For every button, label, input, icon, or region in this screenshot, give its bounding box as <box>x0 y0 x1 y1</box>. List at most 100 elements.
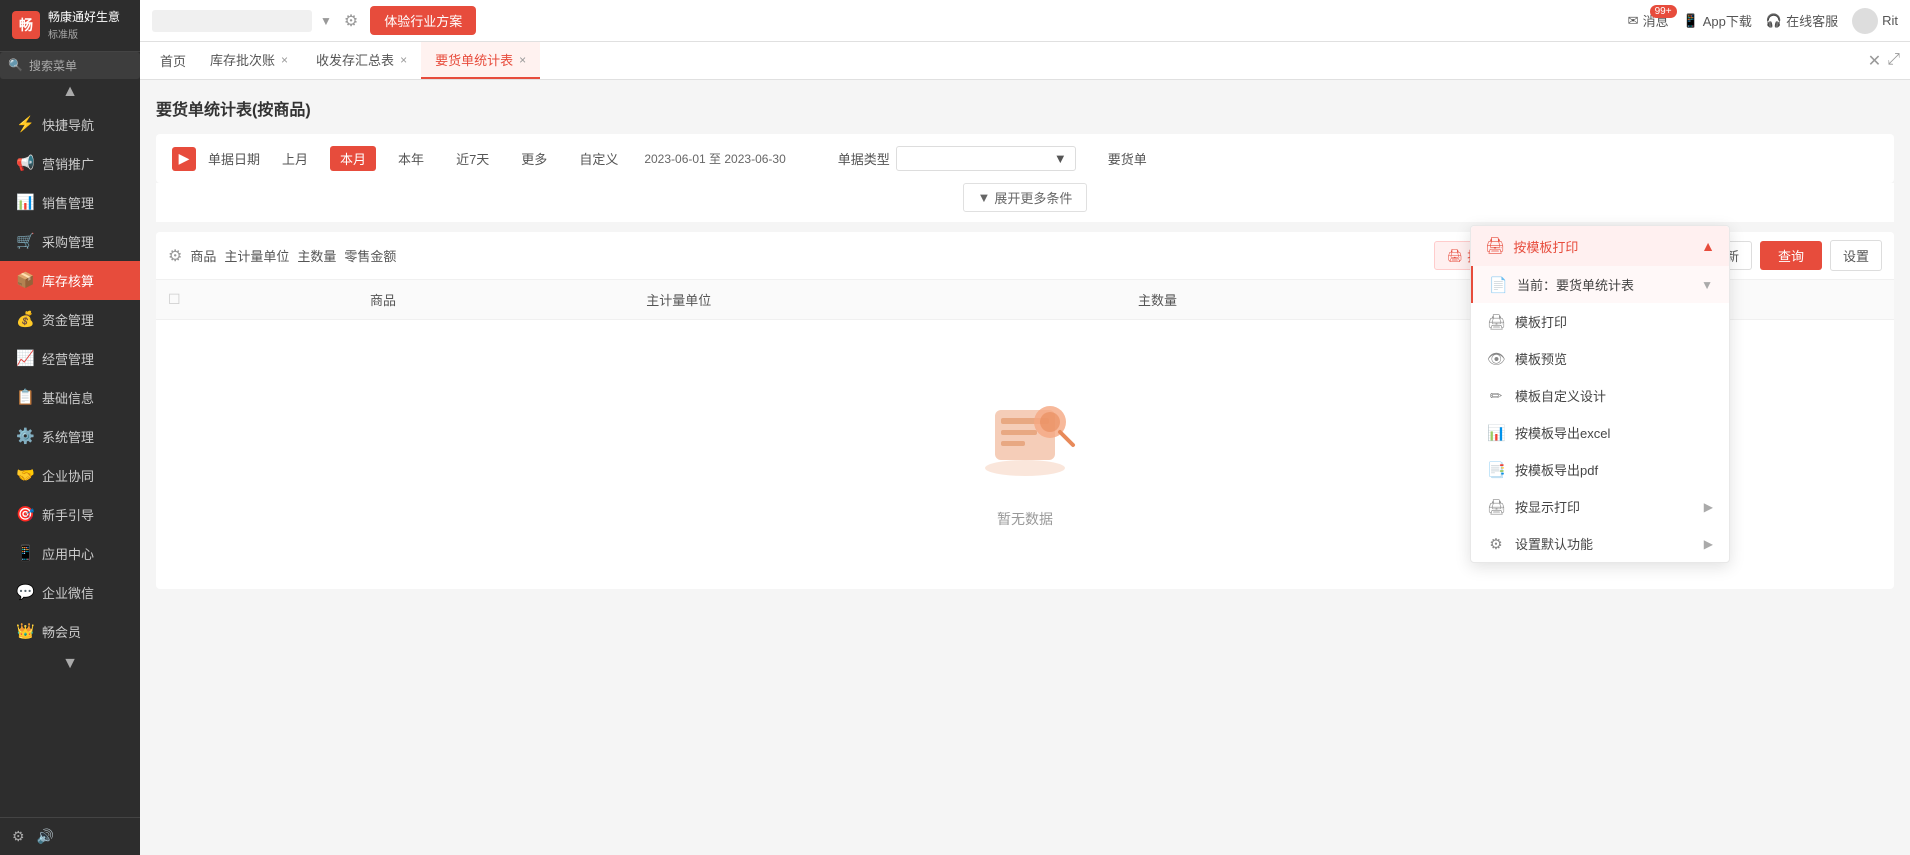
sidebar-item-sales-label: 销售管理 <box>42 193 94 212</box>
filter-toggle-button[interactable]: ▶ <box>172 147 196 171</box>
type-select-dropdown[interactable]: ▼ <box>896 146 1076 171</box>
dropdown-title: 按模板打印 <box>1513 237 1578 256</box>
tab-order-stats[interactable]: 要货单统计表 × <box>421 42 540 79</box>
sales-icon: 📊 <box>16 193 34 211</box>
tab-home[interactable]: 首页 <box>150 43 196 78</box>
tab-inventory-batch[interactable]: 库存批次账 × <box>196 42 302 79</box>
dropdown-template-preview-label: 模板预览 <box>1515 349 1567 368</box>
search-icon: 🔍 <box>8 58 23 72</box>
table-col-qty-label: 主数量 <box>297 246 336 265</box>
shortcut-icon: ⚡ <box>16 115 34 133</box>
sidebar-item-sales[interactable]: 📊 销售管理 <box>0 183 140 222</box>
dropdown-header[interactable]: 🖨 按模板打印 ▲ <box>1471 226 1729 266</box>
print-icon: 🖨 <box>1447 248 1464 264</box>
topbar: ▼ ⚙ 体验行业方案 ✉ 消息 99+ 📱 App下载 🎧 在线客服 Rit <box>140 0 1910 42</box>
dropdown-item-template-design[interactable]: ✏ 模板自定义设计 <box>1471 377 1729 414</box>
online-service-button[interactable]: 🎧 在线客服 <box>1766 11 1838 30</box>
table-col-label: 商品 <box>190 246 216 265</box>
col-quantity: 主数量 <box>1126 280 1474 320</box>
dropdown-template-print-icon: 🖨 <box>1487 313 1505 331</box>
dropdown-item-current[interactable]: 📄 当前：要货单统计表 ▼ <box>1471 266 1729 303</box>
table-config-button[interactable]: 设置 <box>1830 240 1882 271</box>
topbar-chevron-icon[interactable]: ▼ <box>320 14 332 28</box>
sidebar-item-cooperation[interactable]: 🤝 企业协同 <box>0 456 140 495</box>
member-icon: 👑 <box>16 622 34 640</box>
table-settings-icon[interactable]: ⚙ <box>168 246 182 266</box>
dropdown-item-template-preview[interactable]: 👁 模板预览 <box>1471 340 1729 377</box>
dropdown-current-arrow: ▼ <box>1701 278 1713 292</box>
scroll-up-button[interactable]: ▲ <box>0 79 140 105</box>
experience-industry-button[interactable]: 体验行业方案 <box>370 6 476 35</box>
tab-receipt-summary[interactable]: 收发存汇总表 × <box>302 42 421 79</box>
tab-order-stats-label: 要货单统计表 <box>435 50 513 69</box>
guide-icon: 🎯 <box>16 505 34 523</box>
dropdown-item-display-print[interactable]: 🖨 按显示打印 ▶ <box>1471 488 1729 525</box>
tabs-controls: ✕ ⤢ <box>1868 51 1900 71</box>
sidebar-item-marketing[interactable]: 📢 营销推广 <box>0 144 140 183</box>
main-area: ▼ ⚙ 体验行业方案 ✉ 消息 99+ 📱 App下载 🎧 在线客服 Rit <box>140 0 1910 855</box>
select-all-checkbox[interactable]: ☐ <box>168 291 181 307</box>
message-button[interactable]: ✉ 消息 99+ <box>1628 11 1669 30</box>
filter-bar: ▶ 单据日期 上月 本月 本年 近7天 更多 自定义 2023-06-01 至 … <box>156 134 1894 183</box>
dropdown-export-excel-label: 按模板导出excel <box>1515 423 1610 442</box>
expand-more-container: ▼ 展开更多条件 <box>156 183 1894 222</box>
scroll-down-button[interactable]: ▼ <box>0 651 140 677</box>
logo-icon: 畅 <box>12 11 40 39</box>
print-dropdown-menu: 🖨 按模板打印 ▲ 📄 当前：要货单统计表 ▼ 🖨 模板打印 👁 模板预览 ✏ <box>1470 225 1730 563</box>
date-current-month-button[interactable]: 本月 <box>330 146 376 171</box>
volume-footer-button[interactable]: 🔊 <box>37 828 54 845</box>
query-button[interactable]: 查询 <box>1760 241 1822 270</box>
settings-footer-button[interactable]: ⚙ <box>12 828 25 845</box>
date-prev-month-button[interactable]: 上月 <box>272 146 318 171</box>
sidebar-item-member-label: 畅会员 <box>42 622 81 641</box>
sidebar-item-system[interactable]: ⚙️ 系统管理 <box>0 417 140 456</box>
marketing-icon: 📢 <box>16 154 34 172</box>
sidebar-item-finance[interactable]: 💰 资金管理 <box>0 300 140 339</box>
tab-order-stats-close[interactable]: × <box>519 53 526 67</box>
filter-yaohuotype-container: 要货单 <box>1108 149 1147 168</box>
sidebar-item-basic[interactable]: 📋 基础信息 <box>0 378 140 417</box>
app-download-button[interactable]: 📱 App下载 <box>1683 11 1752 30</box>
dropdown-display-print-arrow: ▶ <box>1704 500 1713 514</box>
dropdown-collapse-arrow[interactable]: ▲ <box>1701 238 1715 254</box>
dropdown-set-default-arrow: ▶ <box>1704 537 1713 551</box>
sidebar-item-operations[interactable]: 📈 经营管理 <box>0 339 140 378</box>
sidebar-item-guide-label: 新手引导 <box>42 505 94 524</box>
tab-close-all-icon[interactable]: ✕ <box>1868 51 1881 71</box>
date-current-year-button[interactable]: 本年 <box>388 146 434 171</box>
appstore-icon: 📱 <box>16 544 34 562</box>
page-content: 要货单统计表(按商品) ▶ 单据日期 上月 本月 本年 近7天 更多 自定义 2… <box>140 80 1910 855</box>
date-more-button[interactable]: 更多 <box>511 146 557 171</box>
topbar-search-input[interactable] <box>152 10 312 32</box>
logo-subtitle: 标准版 <box>48 26 120 41</box>
sidebar-item-shortcut[interactable]: ⚡ 快捷导航 <box>0 105 140 144</box>
dropdown-set-default-label: 设置默认功能 <box>1515 534 1593 553</box>
tab-receipt-summary-close[interactable]: × <box>400 53 407 67</box>
inventory-icon: 📦 <box>16 271 34 289</box>
table-col-amount-label: 零售金额 <box>344 246 396 265</box>
sidebar-item-purchase[interactable]: 🛒 采购管理 <box>0 222 140 261</box>
col-checkbox: ☐ <box>156 280 358 320</box>
dropdown-item-export-excel[interactable]: 📊 按模板导出excel <box>1471 414 1729 451</box>
dropdown-item-export-pdf[interactable]: 📑 按模板导出pdf <box>1471 451 1729 488</box>
dropdown-item-template-print[interactable]: 🖨 模板打印 <box>1471 303 1729 340</box>
date-filter-label: 单据日期 <box>208 149 260 168</box>
tab-inventory-batch-close[interactable]: × <box>281 53 288 67</box>
expand-more-button[interactable]: ▼ 展开更多条件 <box>963 183 1088 212</box>
sidebar-item-member[interactable]: 👑 畅会员 <box>0 612 140 651</box>
dropdown-item-set-default[interactable]: ⚙ 设置默认功能 ▶ <box>1471 525 1729 562</box>
date-range-text: 2023-06-01 至 2023-06-30 <box>644 150 785 167</box>
topbar-gear-icon[interactable]: ⚙ <box>344 11 358 31</box>
cooperation-icon: 🤝 <box>16 466 34 484</box>
sidebar-item-appstore[interactable]: 📱 应用中心 <box>0 534 140 573</box>
date-custom-button[interactable]: 自定义 <box>569 146 628 171</box>
dropdown-set-default-icon: ⚙ <box>1487 535 1505 553</box>
search-menu-button[interactable]: 🔍 搜索菜单 <box>0 52 140 79</box>
user-avatar-button[interactable]: Rit <box>1852 8 1898 34</box>
sidebar-item-inventory[interactable]: 📦 库存核算 <box>0 261 140 300</box>
tabs-bar: 首页 库存批次账 × 收发存汇总表 × 要货单统计表 × ✕ ⤢ <box>140 42 1910 80</box>
sidebar-item-wechat[interactable]: 💬 企业微信 <box>0 573 140 612</box>
tab-maximize-icon[interactable]: ⤢ <box>1887 51 1900 71</box>
sidebar-item-guide[interactable]: 🎯 新手引导 <box>0 495 140 534</box>
date-last-7days-button[interactable]: 近7天 <box>446 146 499 171</box>
